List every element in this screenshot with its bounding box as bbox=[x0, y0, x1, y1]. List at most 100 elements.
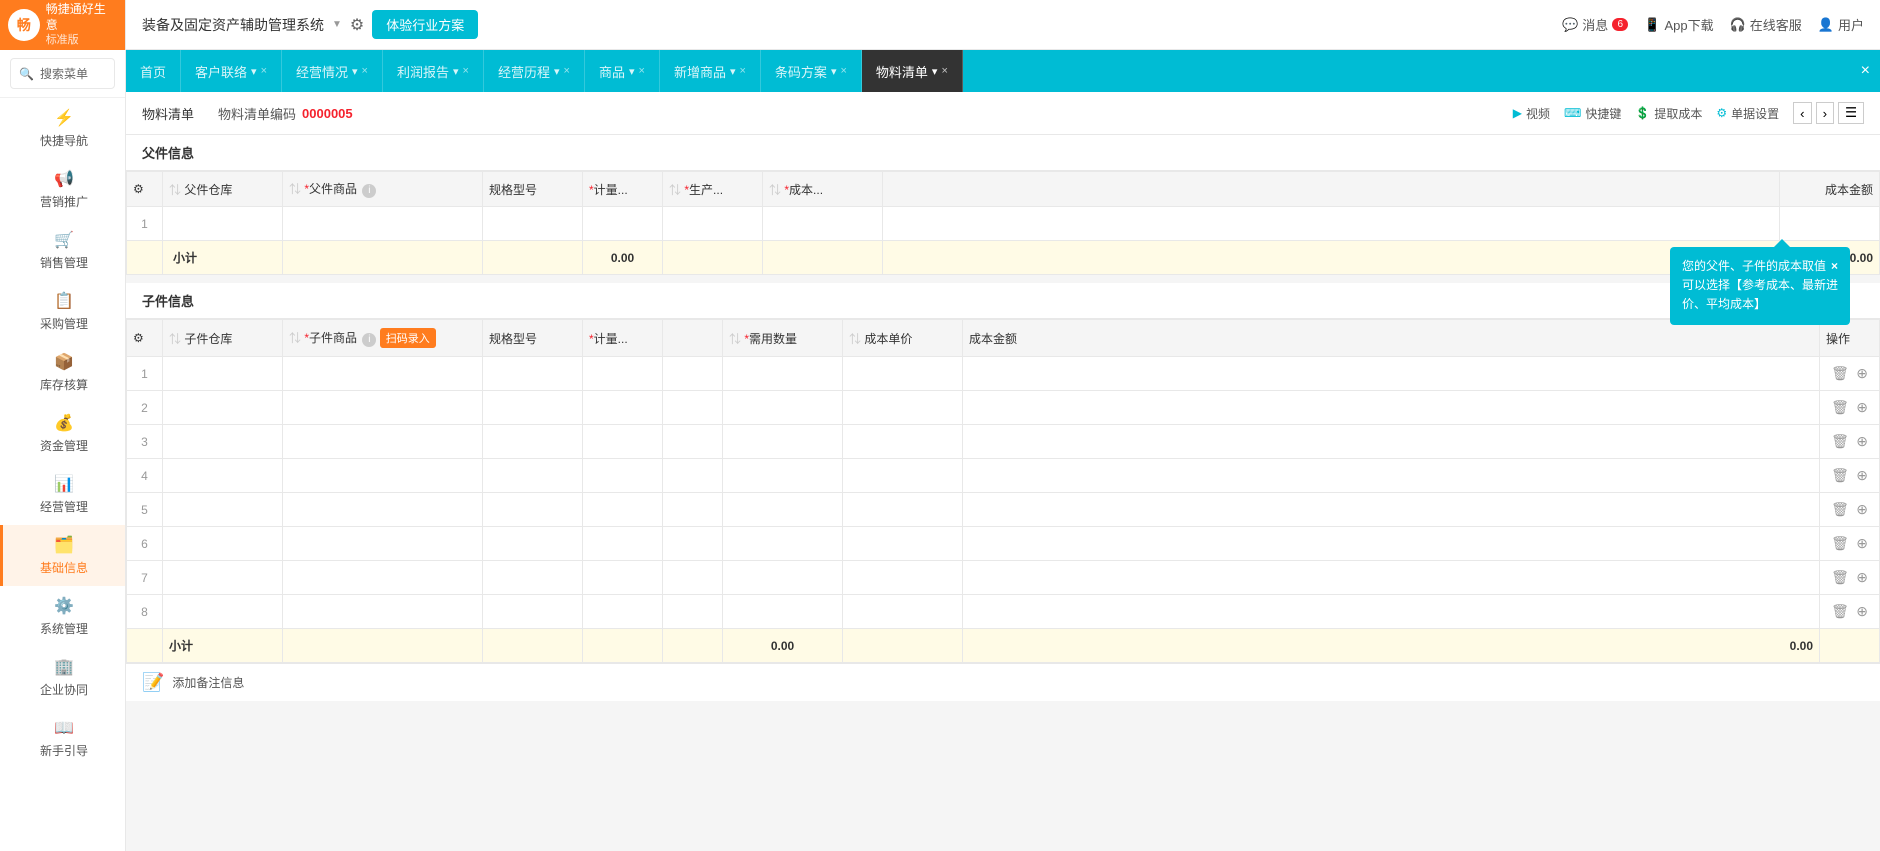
close-all-tabs-button[interactable]: × bbox=[1851, 62, 1880, 80]
child-row-5-warehouse[interactable] bbox=[163, 493, 283, 527]
video-button[interactable]: ▶ 视频 bbox=[1513, 105, 1550, 122]
sidebar-item-system[interactable]: ⚙️ 系统管理 bbox=[0, 586, 125, 647]
parent-goods-info-icon[interactable]: i bbox=[362, 184, 376, 198]
tab-bom-close[interactable]: × bbox=[941, 65, 947, 77]
child-row-4-cost-unit[interactable] bbox=[843, 459, 963, 493]
child-row-7-goods[interactable] bbox=[283, 561, 483, 595]
child-row-1-delete-button[interactable]: 🗑 bbox=[1829, 363, 1851, 384]
child-row-8-warehouse[interactable] bbox=[163, 595, 283, 629]
child-row-5-cost-unit[interactable] bbox=[843, 493, 963, 527]
app-download-button[interactable]: 📱 App下载 bbox=[1644, 15, 1713, 34]
child-row-7-delete-button[interactable]: 🗑 bbox=[1829, 567, 1851, 588]
child-row-3-copy-button[interactable]: ⊕ bbox=[1854, 431, 1870, 452]
child-row-1-need-qty[interactable] bbox=[723, 357, 843, 391]
trial-button[interactable]: 体验行业方案 bbox=[372, 10, 478, 39]
tab-goods[interactable]: 商品 ▾ × bbox=[585, 50, 660, 92]
child-row-6-cost-unit[interactable] bbox=[843, 527, 963, 561]
child-row-1-warehouse[interactable] bbox=[163, 357, 283, 391]
child-row-1-unit[interactable] bbox=[583, 357, 663, 391]
child-row-7-need-qty[interactable] bbox=[723, 561, 843, 595]
child-col-settings[interactable]: ⚙ bbox=[127, 320, 163, 357]
child-row-2-unit[interactable] bbox=[583, 391, 663, 425]
child-row-6-delete-button[interactable]: 🗑 bbox=[1829, 533, 1851, 554]
sidebar-item-finance[interactable]: 💰 资金管理 bbox=[0, 403, 125, 464]
child-row-1-goods[interactable] bbox=[283, 357, 483, 391]
parent-row-1-production[interactable] bbox=[663, 207, 763, 241]
sidebar-item-enterprise[interactable]: 🏢 企业协同 bbox=[0, 647, 125, 708]
child-row-3-cost-unit[interactable] bbox=[843, 425, 963, 459]
tab-history-close[interactable]: × bbox=[564, 65, 570, 77]
tab-profit[interactable]: 利润报告 ▾ × bbox=[383, 50, 484, 92]
child-row-6-need-qty[interactable] bbox=[723, 527, 843, 561]
child-row-3-spec[interactable] bbox=[483, 425, 583, 459]
sidebar-item-operation[interactable]: 📊 经营管理 bbox=[0, 464, 125, 525]
sidebar-item-guide[interactable]: 📖 新手引导 bbox=[0, 708, 125, 769]
parent-row-1-goods[interactable] bbox=[283, 207, 483, 241]
tab-customer-close[interactable]: × bbox=[261, 65, 267, 77]
user-menu-button[interactable]: 👤 用户 bbox=[1818, 15, 1864, 34]
sidebar-item-marketing[interactable]: 📢 营销推广 bbox=[0, 159, 125, 220]
child-row-8-need-qty[interactable] bbox=[723, 595, 843, 629]
child-row-4-need-qty[interactable] bbox=[723, 459, 843, 493]
child-row-5-need-qty[interactable] bbox=[723, 493, 843, 527]
child-row-8-copy-button[interactable]: ⊕ bbox=[1854, 601, 1870, 622]
child-row-2-warehouse[interactable] bbox=[163, 391, 283, 425]
child-row-1-copy-button[interactable]: ⊕ bbox=[1854, 363, 1870, 384]
prev-button[interactable]: ‹ bbox=[1793, 102, 1811, 124]
child-row-7-spec[interactable] bbox=[483, 561, 583, 595]
child-row-5-delete-button[interactable]: 🗑 bbox=[1829, 499, 1851, 520]
child-row-1-spec[interactable] bbox=[483, 357, 583, 391]
child-goods-info-icon[interactable]: i bbox=[362, 333, 376, 347]
child-row-7-warehouse[interactable] bbox=[163, 561, 283, 595]
child-row-2-goods[interactable] bbox=[283, 391, 483, 425]
grid-view-button[interactable]: ☰ bbox=[1838, 102, 1864, 124]
child-row-3-delete-button[interactable]: 🗑 bbox=[1829, 431, 1851, 452]
online-service-button[interactable]: 🎧 在线客服 bbox=[1730, 15, 1802, 34]
child-row-6-unit[interactable] bbox=[583, 527, 663, 561]
message-button[interactable]: 💬 消息 6 bbox=[1562, 15, 1628, 34]
bottom-note-area[interactable]: 📝 添加备注信息 bbox=[126, 663, 1880, 701]
child-row-4-delete-button[interactable]: 🗑 bbox=[1829, 465, 1851, 486]
tooltip-close-button[interactable]: × bbox=[1831, 257, 1838, 276]
child-row-4-goods[interactable] bbox=[283, 459, 483, 493]
parent-row-1-warehouse[interactable] bbox=[163, 207, 283, 241]
child-row-6-warehouse[interactable] bbox=[163, 527, 283, 561]
child-row-2-copy-button[interactable]: ⊕ bbox=[1854, 397, 1870, 418]
child-row-5-goods[interactable] bbox=[283, 493, 483, 527]
parent-row-1-unit[interactable] bbox=[583, 207, 663, 241]
tab-customer[interactable]: 客户联络 ▾ × bbox=[181, 50, 282, 92]
child-row-6-copy-button[interactable]: ⊕ bbox=[1854, 533, 1870, 554]
child-row-4-spec[interactable] bbox=[483, 459, 583, 493]
tab-operation-status[interactable]: 经营情况 ▾ × bbox=[282, 50, 383, 92]
child-row-3-unit[interactable] bbox=[583, 425, 663, 459]
child-row-8-delete-button[interactable]: 🗑 bbox=[1829, 601, 1851, 622]
child-row-8-goods[interactable] bbox=[283, 595, 483, 629]
tab-history[interactable]: 经营历程 ▾ × bbox=[484, 50, 585, 92]
sidebar-item-purchase[interactable]: 📋 采购管理 bbox=[0, 281, 125, 342]
child-row-2-need-qty[interactable] bbox=[723, 391, 843, 425]
child-row-8-spec[interactable] bbox=[483, 595, 583, 629]
tab-add-goods[interactable]: 新增商品 ▾ × bbox=[660, 50, 761, 92]
parent-row-1-cost[interactable] bbox=[763, 207, 883, 241]
tab-barcode-close[interactable]: × bbox=[840, 65, 846, 77]
child-row-3-need-qty[interactable] bbox=[723, 425, 843, 459]
child-row-7-copy-button[interactable]: ⊕ bbox=[1854, 567, 1870, 588]
child-row-5-spec[interactable] bbox=[483, 493, 583, 527]
system-title-dropdown[interactable]: ▼ bbox=[332, 19, 342, 30]
child-row-5-unit[interactable] bbox=[583, 493, 663, 527]
tab-goods-close[interactable]: × bbox=[639, 65, 645, 77]
child-row-3-warehouse[interactable] bbox=[163, 425, 283, 459]
tab-add-goods-close[interactable]: × bbox=[739, 65, 745, 77]
child-row-6-goods[interactable] bbox=[283, 527, 483, 561]
child-row-1-cost-unit[interactable] bbox=[843, 357, 963, 391]
hotkey-button[interactable]: ⌨ 快捷键 bbox=[1564, 105, 1621, 122]
settings-button[interactable]: ⚙ bbox=[350, 15, 364, 35]
child-row-4-warehouse[interactable] bbox=[163, 459, 283, 493]
sidebar-item-quick-nav[interactable]: ⚡ 快捷导航 bbox=[0, 98, 125, 159]
child-row-8-cost-unit[interactable] bbox=[843, 595, 963, 629]
child-row-2-delete-button[interactable]: 🗑 bbox=[1829, 397, 1851, 418]
single-settings-button[interactable]: ⚙ 单据设置 bbox=[1716, 105, 1779, 122]
scan-input-button[interactable]: 扫码录入 bbox=[380, 328, 436, 348]
sidebar-item-basic-info[interactable]: 🗂️ 基础信息 bbox=[0, 525, 125, 586]
sidebar-item-stock[interactable]: 📦 库存核算 bbox=[0, 342, 125, 403]
